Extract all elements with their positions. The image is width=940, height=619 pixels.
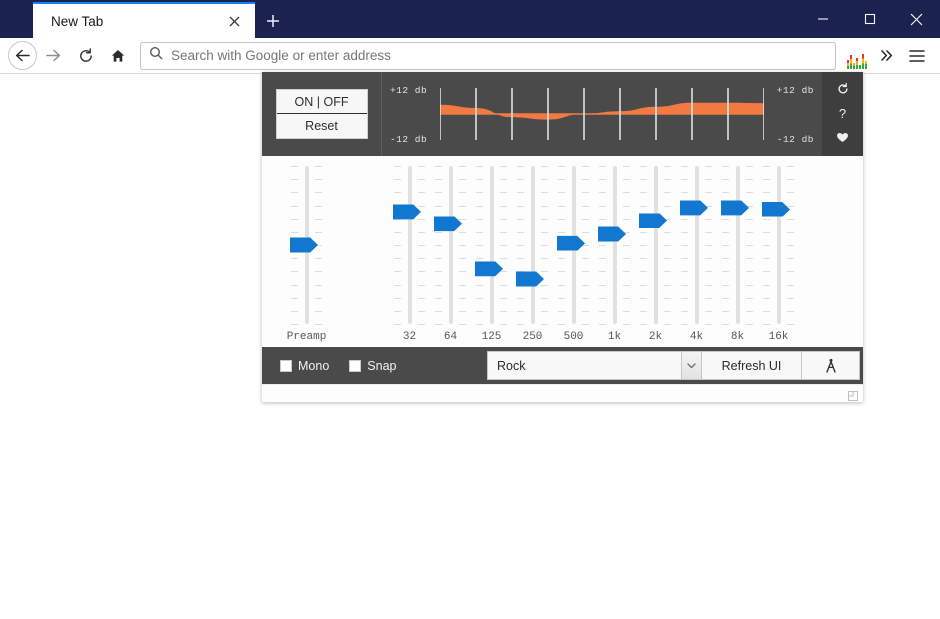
eq-slider[interactable]: 4k [676,166,717,346]
slider-ticks [717,166,758,325]
slider-label: 500 [563,331,584,343]
url-placeholder-text: Search with Google or enter address [171,48,391,63]
eq-slider[interactable]: 8k [717,166,758,346]
eq-curve-fill [440,102,764,120]
popup-bottom-bar: Mono Snap Rock Refresh UI [262,347,863,384]
slider-ticks [635,166,676,325]
viz-bottom-right-label: -12 db [776,134,814,145]
slider-label: 125 [481,331,502,343]
arrow-left-icon[interactable] [8,41,37,70]
maximize-button[interactable] [846,0,893,38]
slider-ticks [430,166,471,325]
viz-bottom-left-label: -12 db [390,134,428,145]
eq-slider[interactable]: 250 [512,166,553,346]
slider-track[interactable] [553,166,594,325]
popup-top-panel: ON | OFF Reset +12 db -12 db +12 db -12 … [262,72,863,156]
equalizer-popup: ON | OFF Reset +12 db -12 db +12 db -12 … [262,72,863,402]
slider-label: 1k [607,331,622,343]
eq-slider[interactable]: 16k [758,166,799,346]
slider-track[interactable] [471,166,512,325]
refresh-ui-button[interactable]: Refresh UI [702,351,802,380]
favorite-heart-icon[interactable] [836,131,849,145]
eq-slider[interactable]: 64 [430,166,471,346]
slider-track[interactable] [389,166,430,325]
search-input[interactable]: Search with Google or enter address [140,41,836,70]
minimize-button[interactable] [799,0,846,38]
slider-track[interactable] [758,166,799,325]
eq-slider[interactable]: 125 [471,166,512,346]
slider-label: 64 [443,331,458,343]
equalizer-extension-icon[interactable] [844,43,870,69]
viz-top-right-label: +12 db [776,85,814,96]
reset-button[interactable]: Reset [276,114,367,138]
slider-track[interactable] [430,166,471,325]
close-window-button[interactable] [893,0,940,38]
new-tab-button[interactable] [255,4,291,38]
slider-track[interactable] [594,166,635,325]
window-controls [799,0,940,38]
slider-ticks [758,166,799,325]
preset-selected-value: Rock [497,358,526,373]
eq-slider[interactable]: 2k [635,166,676,346]
mono-label: Mono [298,358,330,373]
slider-track[interactable] [676,166,717,325]
mono-checkbox[interactable]: Mono [280,359,329,373]
tab-new-tab[interactable]: New Tab [33,2,255,38]
eq-slider[interactable]: 500 [553,166,594,346]
search-icon [149,46,163,65]
tab-title: New Tab [51,13,104,29]
resize-grip-icon[interactable] [848,388,858,401]
home-icon[interactable] [102,41,133,71]
preamp-slider-group: Preamp [286,166,327,346]
chevron-double-right-icon[interactable] [871,41,901,71]
preset-dropdown[interactable]: Rock [487,351,702,380]
slider-label: 16k [768,331,789,343]
slider-label: 2k [648,331,663,343]
chevron-down-icon [681,352,701,379]
hamburger-menu-icon[interactable] [902,41,932,71]
compass-divider-icon[interactable] [802,351,860,380]
slider-ticks [676,166,717,325]
slider-ticks [512,166,553,325]
help-icon[interactable]: ? [839,107,846,120]
slider-label: 4k [689,331,704,343]
snap-checkbox-box [349,359,362,372]
eq-slider[interactable]: Preamp [286,166,327,346]
slider-track[interactable] [635,166,676,325]
mono-checkbox-box [280,359,292,372]
equalizer-bars-glyph [847,52,867,69]
slider-track[interactable] [717,166,758,325]
reload-icon[interactable] [70,41,101,71]
slider-ticks [471,166,512,325]
slider-label: 8k [730,331,745,343]
slider-label: 250 [522,331,543,343]
slider-track[interactable] [512,166,553,325]
slider-label: Preamp [286,331,327,343]
eq-slider[interactable]: 1k [594,166,635,346]
slider-track[interactable] [286,166,327,325]
eq-slider[interactable]: 32 [389,166,430,346]
popup-side-icons: ? [822,72,863,156]
navigation-toolbar: Search with Google or enter address [0,38,940,74]
browser-window: New Tab Search with Google or enter addr… [0,0,940,619]
arrow-right-icon[interactable] [38,41,69,71]
eq-curve-canvas [439,86,765,142]
slider-label: 32 [402,331,417,343]
snap-checkbox[interactable]: Snap [349,359,396,373]
frequency-band-sliders: 32 64 125 250 500 1k 2k 4k 8k 16k [389,166,799,346]
power-controls: ON | OFF Reset [262,72,382,156]
viz-top-left-label: +12 db [390,85,428,96]
slider-ticks [389,166,430,325]
popup-footer [262,384,863,402]
eq-curve-visualizer: +12 db -12 db +12 db -12 db [382,72,822,156]
close-icon[interactable] [223,10,245,32]
slider-ticks [594,166,635,325]
refresh-icon[interactable] [837,83,849,97]
snap-label: Snap [367,358,397,373]
on-off-button[interactable]: ON | OFF [276,90,367,114]
eq-slider-area: Preamp 32 64 125 250 500 1k 2k 4k 8k 16k [262,156,863,347]
tab-strip: New Tab [0,0,940,38]
power-button-stack: ON | OFF Reset [275,89,368,139]
